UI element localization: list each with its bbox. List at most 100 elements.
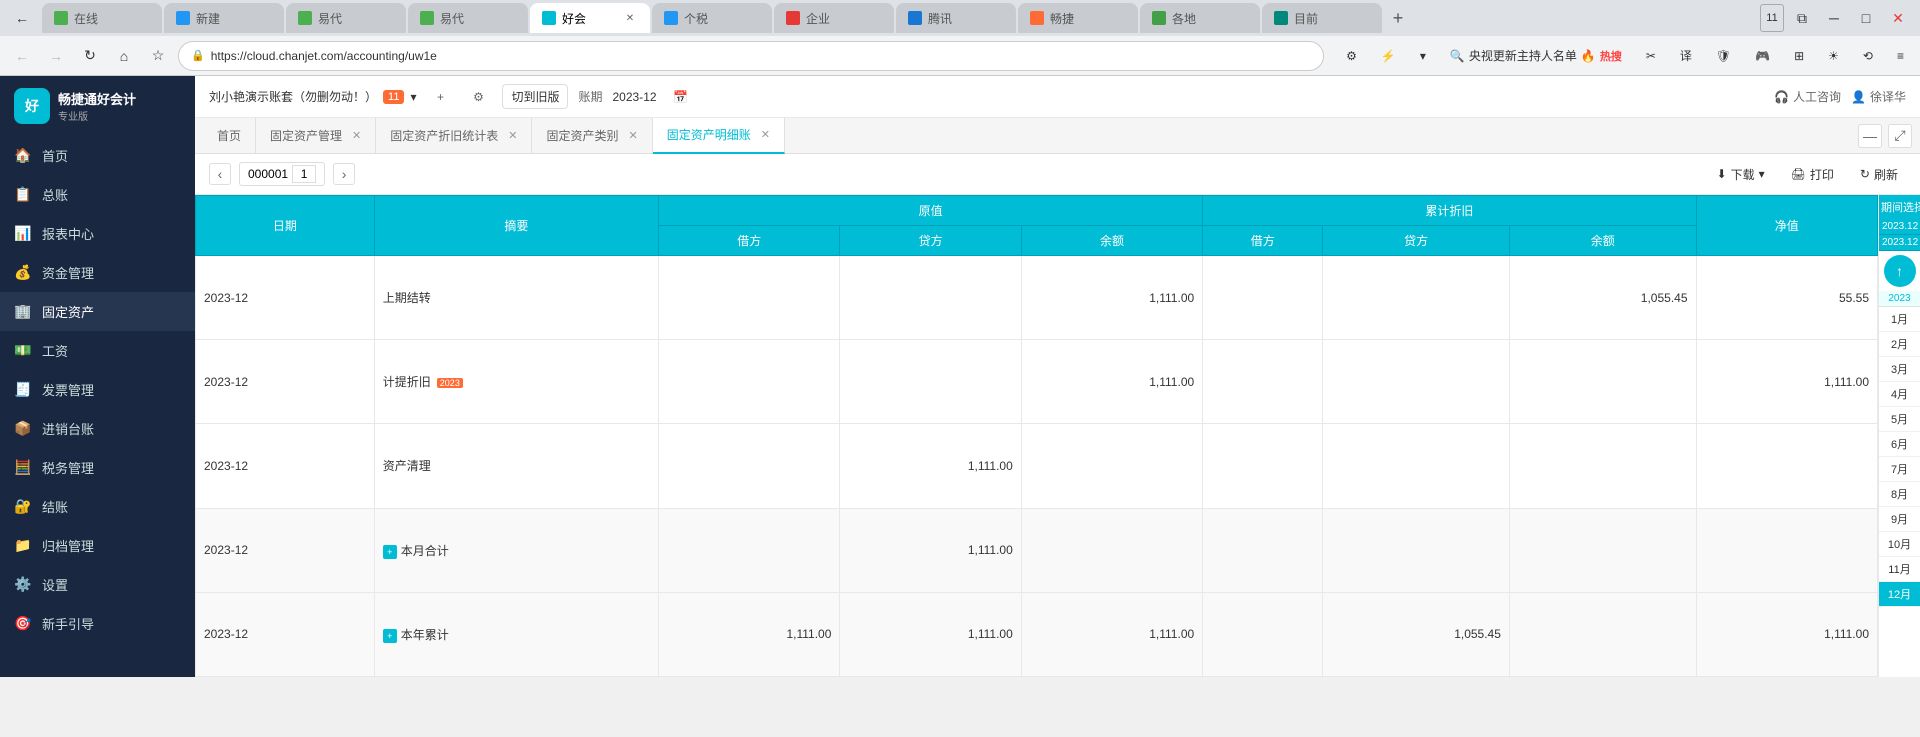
period-month-3[interactable]: 3月 (1879, 357, 1920, 382)
sidebar-item-fixed-assets[interactable]: 🏢 固定资产 (0, 292, 195, 331)
browser-tab-muqian[interactable]: 目前 (1262, 3, 1382, 33)
browser-back-btn[interactable]: ← (8, 42, 36, 70)
sidebar-item-purchase[interactable]: 📦 进销台账 (0, 409, 195, 448)
browser-lightning-btn[interactable]: ⚡ (1373, 42, 1404, 70)
menu-btn[interactable]: ≡ (1889, 42, 1912, 70)
period-months-container: 1月2月3月4月5月6月7月8月9月10月11月12月 (1879, 307, 1920, 607)
browser-tab-tengxun[interactable]: 腾讯 (896, 3, 1016, 33)
shield-btn[interactable]: 🛡 (1708, 42, 1739, 70)
sidebar-item-salary[interactable]: 💵 工资 (0, 331, 195, 370)
archive-icon: 📁 (14, 537, 32, 555)
sidebar-item-guide[interactable]: 🎯 新手引导 (0, 604, 195, 643)
table-cell-date: 2023-12 (196, 508, 375, 592)
translate-btn[interactable]: 译 (1672, 42, 1700, 70)
browser-tab-online[interactable]: 在线 (42, 3, 162, 33)
search-box[interactable]: 🔍 央视更新主持人名单 🔥 热搜 (1442, 42, 1630, 70)
page-num-box[interactable]: 1 (292, 165, 316, 183)
download-btn[interactable]: ⬇ 下载 ▾ (1709, 163, 1773, 186)
grid-btn[interactable]: ⊞ (1786, 42, 1812, 70)
period-month-12[interactable]: 12月 (1879, 582, 1920, 607)
tab-label-depreciation-table: 固定资产折旧统计表 (390, 127, 498, 144)
scissors-btn[interactable]: ✂ (1638, 42, 1664, 70)
browser-tab-qiye[interactable]: 企业 (774, 3, 894, 33)
period-month-4[interactable]: 4月 (1879, 382, 1920, 407)
browser-forward-btn[interactable]: → (42, 42, 70, 70)
table-cell-dep-credit (1323, 256, 1510, 340)
browser-tab-yidai2[interactable]: 易代 (408, 3, 528, 33)
game-btn[interactable]: 🎮 (1747, 42, 1778, 70)
browser-bookmark-btn[interactable]: ☆ (144, 42, 172, 70)
period-month-6[interactable]: 6月 (1879, 432, 1920, 457)
sidebar-item-tax[interactable]: 🧮 税务管理 (0, 448, 195, 487)
browser-tab-yidai1[interactable]: 易代 (286, 3, 406, 33)
scroll-top-btn[interactable]: ↑ (1884, 255, 1916, 287)
closing-icon: 🔐 (14, 498, 32, 516)
table-cell-dep-credit (1323, 424, 1510, 508)
period-month-5[interactable]: 5月 (1879, 407, 1920, 432)
sidebar-item-ledger[interactable]: 📋 总账 (0, 175, 195, 214)
add-company-btn[interactable]: + (426, 83, 454, 111)
period-month-11[interactable]: 11月 (1879, 557, 1920, 582)
period-selected-dates: 2023.12 2023.12 (1879, 219, 1920, 251)
user-area[interactable]: 👤 徐译华 (1851, 88, 1906, 105)
sidebar-item-archive[interactable]: 📁 归档管理 (0, 526, 195, 565)
refresh-btn[interactable]: ↻ 刷新 (1852, 163, 1906, 186)
browser-tab-gedi[interactable]: 各地 (1140, 3, 1260, 33)
browser-tab-new[interactable]: 新建 (164, 3, 284, 33)
restore-window-btn[interactable]: ⧉ (1788, 4, 1816, 32)
print-btn[interactable]: 🖨 打印 (1783, 163, 1842, 186)
browser-tab-haokuai[interactable]: 好会 ✕ (530, 3, 650, 33)
tab-expand-btn[interactable]: ⤢ (1888, 124, 1912, 148)
history-btn[interactable]: ⟲ (1855, 42, 1881, 70)
browser-refresh-btn[interactable]: ↻ (76, 42, 104, 70)
switch-version-btn[interactable]: 切到旧版 (502, 84, 568, 109)
period-month-7[interactable]: 7月 (1879, 457, 1920, 482)
tab-count-badge[interactable]: 11 (1760, 4, 1784, 32)
period-month-9[interactable]: 9月 (1879, 507, 1920, 532)
page-tab-fixed-assets-mgmt[interactable]: 固定资产管理 ✕ (256, 118, 376, 154)
browser-settings-btn[interactable]: ⚙ (1338, 42, 1365, 70)
theme-btn[interactable]: ☀ (1820, 42, 1847, 70)
settings-icon[interactable]: ⚙ (464, 83, 492, 111)
new-tab-button[interactable]: + (1384, 4, 1412, 32)
prev-account-btn[interactable]: ‹ (209, 163, 231, 185)
tab-close-btn[interactable]: ✕ (622, 10, 638, 26)
close-window-btn[interactable]: ✕ (1884, 4, 1912, 32)
page-tab-asset-category[interactable]: 固定资产类别 ✕ (532, 118, 652, 154)
period-month-10[interactable]: 10月 (1879, 532, 1920, 557)
sidebar-item-report[interactable]: 📊 报表中心 (0, 214, 195, 253)
page-tab-home[interactable]: 首页 (203, 118, 256, 154)
browser-dropdown-btn[interactable]: ▾ (1412, 42, 1434, 70)
page-tab-asset-ledger[interactable]: 固定资产明细账 ✕ (653, 118, 785, 154)
maximize-btn[interactable]: □ (1852, 4, 1880, 32)
browser-tab-geshui[interactable]: 个税 (652, 3, 772, 33)
sidebar-item-fund[interactable]: 💰 资金管理 (0, 253, 195, 292)
table-cell-dep-debit (1203, 592, 1323, 676)
tab-close-fixed-assets-mgmt[interactable]: ✕ (352, 129, 361, 142)
tab-close-asset-ledger[interactable]: ✕ (761, 128, 770, 141)
sidebar-item-invoice[interactable]: 🧾 发票管理 (0, 370, 195, 409)
browser-home-btn[interactable]: ⌂ (110, 42, 138, 70)
ai-consult-btn[interactable]: 🎧 人工咨询 (1774, 88, 1841, 105)
sidebar-item-settings[interactable]: ⚙️ 设置 (0, 565, 195, 604)
next-account-btn[interactable]: › (333, 163, 355, 185)
tab-minimize-btn[interactable]: — (1858, 124, 1882, 148)
tab-favicon (298, 11, 312, 25)
back-button[interactable]: ← (8, 4, 36, 32)
tab-close-asset-category[interactable]: ✕ (629, 129, 638, 142)
minimize-btn[interactable]: ─ (1820, 4, 1848, 32)
period-month-1[interactable]: 1月 (1879, 307, 1920, 332)
sidebar-item-home[interactable]: 🏠 首页 (0, 136, 195, 175)
table-cell-net-value (1696, 424, 1877, 508)
address-box[interactable]: 🔒 https://cloud.chanjet.com/accounting/u… (178, 41, 1324, 71)
calendar-icon[interactable]: 📅 (667, 83, 695, 111)
tab-close-depreciation-table[interactable]: ✕ (508, 129, 517, 142)
page-tab-depreciation-table[interactable]: 固定资产折旧统计表 ✕ (376, 118, 532, 154)
period-month-8[interactable]: 8月 (1879, 482, 1920, 507)
tab-label-asset-ledger: 固定资产明细账 (667, 126, 751, 143)
company-selector[interactable]: 刘小艳演示账套（勿删勿动！） 11 ▾ (209, 88, 416, 105)
browser-tab-changjie[interactable]: 畅捷 (1018, 3, 1138, 33)
chevron-down-icon: ▾ (410, 90, 416, 104)
sidebar-item-closing[interactable]: 🔐 结账 (0, 487, 195, 526)
period-month-2[interactable]: 2月 (1879, 332, 1920, 357)
